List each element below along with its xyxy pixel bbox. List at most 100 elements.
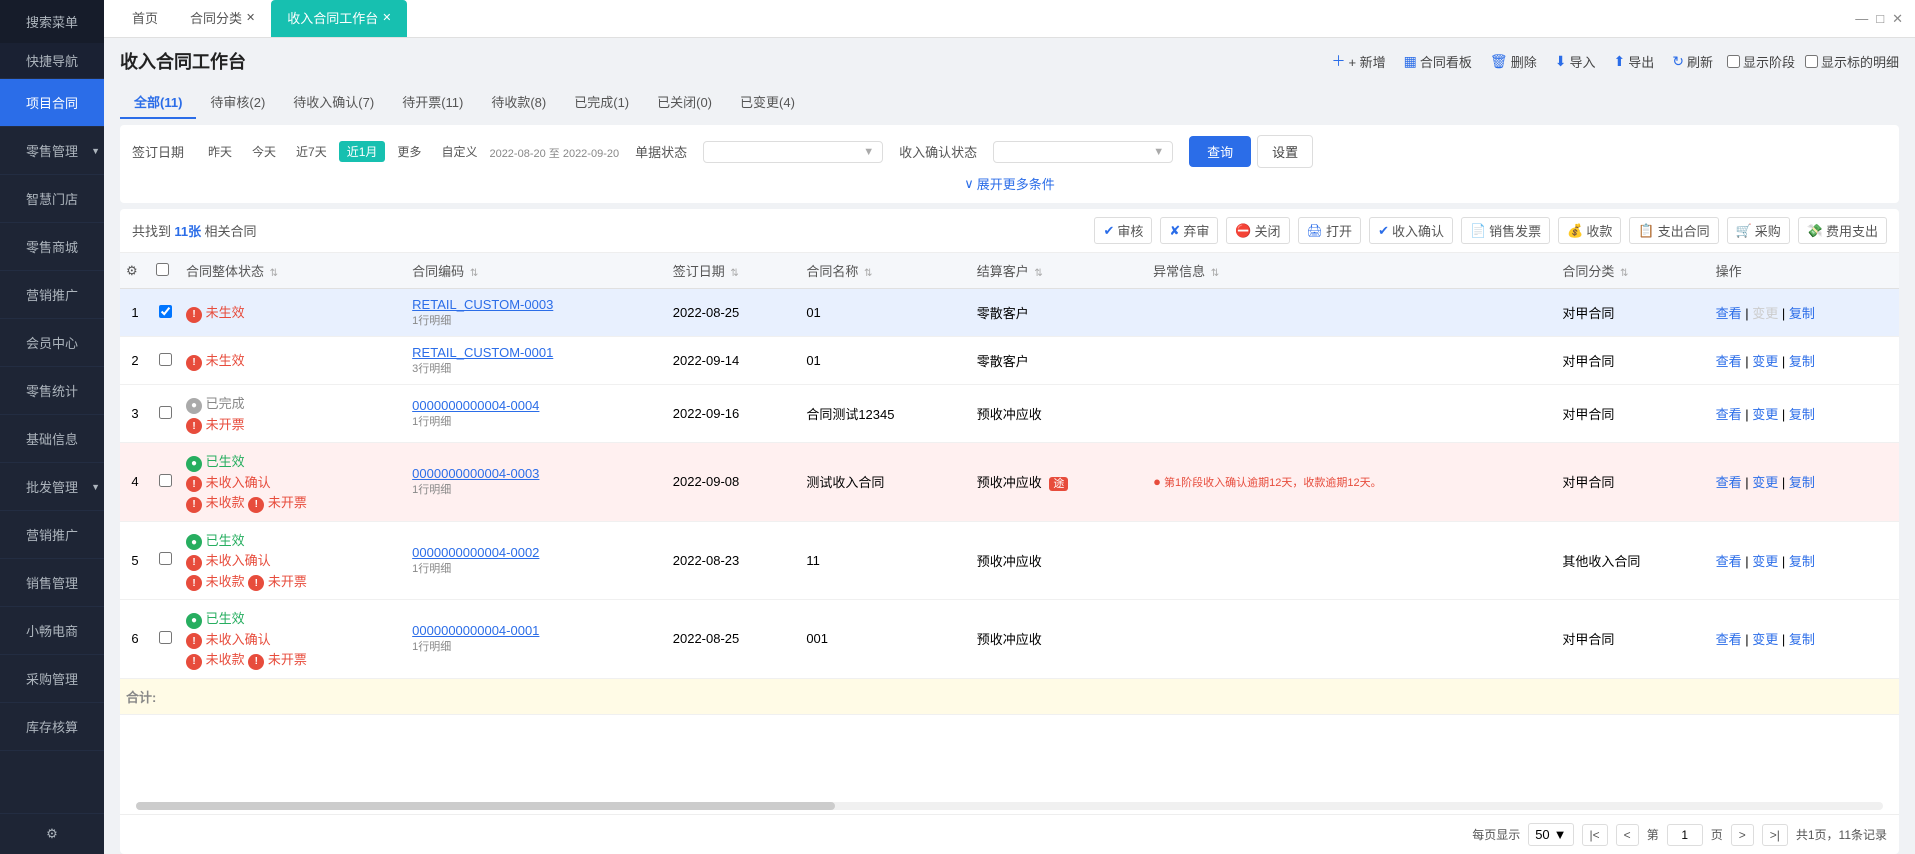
copy-link-6[interactable]: 复制 xyxy=(1789,632,1815,647)
first-page-btn[interactable]: |< xyxy=(1582,824,1608,846)
copy-link-2[interactable]: 复制 xyxy=(1789,354,1815,369)
th-setting[interactable]: ⚙ xyxy=(120,253,150,289)
view-link-2[interactable]: 查看 xyxy=(1716,354,1742,369)
sidebar-item-ecommerce[interactable]: 零售商城 xyxy=(0,223,104,271)
tab-home[interactable]: 首页 xyxy=(116,0,174,37)
action-print[interactable]: 🖨 打开 xyxy=(1298,217,1362,244)
prev-page-btn[interactable]: < xyxy=(1616,824,1639,846)
code-link-1[interactable]: RETAIL_CUSTOM-0003 xyxy=(412,297,661,312)
td-cb-4[interactable] xyxy=(150,443,180,522)
td-cb-3[interactable] xyxy=(150,385,180,443)
settings-btn[interactable]: 设置 xyxy=(1257,135,1313,168)
row6-checkbox[interactable] xyxy=(159,631,172,644)
new-btn[interactable]: ＋ + 新增 xyxy=(1327,49,1389,73)
code-link-5[interactable]: 0000000000004-0002 xyxy=(412,545,661,560)
sidebar-item-purchase[interactable]: 采购管理 xyxy=(0,655,104,703)
date-opt-more[interactable]: 更多 xyxy=(389,141,429,162)
show-fields-input[interactable] xyxy=(1727,55,1740,68)
sidebar-item-xiaochang[interactable]: 小畅电商 xyxy=(0,607,104,655)
maximize-btn[interactable]: □ xyxy=(1876,11,1884,26)
sidebar-item-member[interactable]: 会员中心 xyxy=(0,319,104,367)
show-detail-input[interactable] xyxy=(1805,55,1818,68)
th-name[interactable]: 合同名称 ⇅ xyxy=(800,253,970,289)
view-link-4[interactable]: 查看 xyxy=(1716,475,1742,490)
filter-tab-pending-payment[interactable]: 待收款(8) xyxy=(477,86,560,119)
action-review[interactable]: ✔ 审核 xyxy=(1094,217,1152,244)
action-payout[interactable]: 📋 支出合同 xyxy=(1629,217,1718,244)
action-sales-invoice[interactable]: 📄 销售发票 xyxy=(1461,217,1550,244)
minimize-btn[interactable]: — xyxy=(1855,11,1868,26)
filter-tab-changed[interactable]: 已变更(4) xyxy=(726,86,809,119)
copy-link-4[interactable]: 复制 xyxy=(1789,475,1815,490)
action-expense-out[interactable]: 💸 费用支出 xyxy=(1798,217,1887,244)
td-cb-6[interactable] xyxy=(150,600,180,679)
delete-btn[interactable]: 🗑 删除 xyxy=(1486,50,1541,73)
edit-link-2[interactable]: 变更 xyxy=(1752,354,1778,369)
close-contract-cat-tab[interactable]: ✕ xyxy=(246,11,255,24)
sidebar-item-stats[interactable]: 零售统计 xyxy=(0,367,104,415)
sidebar-item-smartshop[interactable]: 智慧门店 xyxy=(0,175,104,223)
show-fields-checkbox[interactable]: 显示阶段 xyxy=(1727,52,1795,71)
th-category[interactable]: 合同分类 ⇅ xyxy=(1556,253,1709,289)
sidebar-search[interactable]: 搜索菜单 xyxy=(0,0,104,43)
sidebar-item-marketing2[interactable]: 营销推广 xyxy=(0,511,104,559)
export-btn[interactable]: ⬆ 导出 xyxy=(1609,50,1658,73)
horizontal-scrollbar[interactable] xyxy=(136,802,1883,810)
tab-income-workbench[interactable]: 收入合同工作台 ✕ xyxy=(271,0,407,37)
sidebar-quicknav[interactable]: 快捷导航 xyxy=(0,43,104,79)
copy-link-5[interactable]: 复制 xyxy=(1789,554,1815,569)
tab-contract-cat[interactable]: 合同分类 ✕ xyxy=(174,0,271,37)
code-link-2[interactable]: RETAIL_CUSTOM-0001 xyxy=(412,345,661,360)
filter-tab-pending-income[interactable]: 待收入确认(7) xyxy=(279,86,388,119)
copy-link-3[interactable]: 复制 xyxy=(1789,407,1815,422)
close-income-workbench-tab[interactable]: ✕ xyxy=(382,11,391,24)
date-opt-custom[interactable]: 自定义 xyxy=(433,141,485,162)
show-detail-checkbox[interactable]: 显示标的明细 xyxy=(1805,52,1899,71)
th-exception[interactable]: 异常信息 ⇅ xyxy=(1147,253,1556,289)
kanban-btn[interactable]: ▦ 合同看板 xyxy=(1400,50,1476,73)
sidebar-item-project[interactable]: 项目合同 xyxy=(0,79,104,127)
edit-link-3[interactable]: 变更 xyxy=(1752,407,1778,422)
code-link-6[interactable]: 0000000000004-0001 xyxy=(412,623,661,638)
view-link-1[interactable]: 查看 xyxy=(1716,306,1742,321)
td-cb-2[interactable] xyxy=(150,337,180,385)
expand-more-btn[interactable]: ∨ 展开更多条件 xyxy=(964,174,1055,193)
code-link-4[interactable]: 0000000000004-0003 xyxy=(412,466,661,481)
action-income-confirm[interactable]: ✔ 收入确认 xyxy=(1369,217,1453,244)
row2-checkbox[interactable] xyxy=(159,353,172,366)
date-opt-last1month[interactable]: 近1月 xyxy=(339,141,386,162)
row5-checkbox[interactable] xyxy=(159,552,172,565)
date-opt-yesterday[interactable]: 昨天 xyxy=(200,141,240,162)
edit-link-5[interactable]: 变更 xyxy=(1752,554,1778,569)
close-btn[interactable]: ✕ xyxy=(1892,11,1903,27)
th-status[interactable]: 合同整体状态 ⇅ xyxy=(180,253,406,289)
edit-link-6[interactable]: 变更 xyxy=(1752,632,1778,647)
view-link-3[interactable]: 查看 xyxy=(1716,407,1742,422)
import-btn[interactable]: ⬇ 导入 xyxy=(1551,50,1600,73)
search-btn[interactable]: 查询 xyxy=(1189,136,1251,167)
td-cb-1[interactable] xyxy=(150,289,180,337)
code-link-3[interactable]: 0000000000004-0004 xyxy=(412,398,661,413)
row1-checkbox[interactable] xyxy=(159,305,172,318)
sidebar-item-wholesale[interactable]: 批发管理 xyxy=(0,463,104,511)
edit-link-4[interactable]: 变更 xyxy=(1752,475,1778,490)
view-link-6[interactable]: 查看 xyxy=(1716,632,1742,647)
refresh-btn[interactable]: ↻ 刷新 xyxy=(1668,50,1717,73)
sidebar-item-salesmgmt[interactable]: 销售管理 xyxy=(0,559,104,607)
action-close[interactable]: ⛔ 关闭 xyxy=(1226,217,1289,244)
th-customer[interactable]: 结算客户 ⇅ xyxy=(971,253,1147,289)
row4-checkbox[interactable] xyxy=(159,474,172,487)
last-page-btn[interactable]: >| xyxy=(1762,824,1788,846)
action-payment[interactable]: 💰 收款 xyxy=(1558,217,1621,244)
next-page-btn[interactable]: > xyxy=(1731,824,1754,846)
filter-tab-closed[interactable]: 已关闭(0) xyxy=(643,86,726,119)
filter-tab-pending-invoice[interactable]: 待开票(11) xyxy=(388,86,477,119)
view-link-5[interactable]: 查看 xyxy=(1716,554,1742,569)
select-all-checkbox[interactable] xyxy=(156,263,169,276)
per-page-select[interactable]: 50 ▼ xyxy=(1528,823,1573,846)
row3-checkbox[interactable] xyxy=(159,406,172,419)
sidebar-settings[interactable]: ⚙ xyxy=(0,813,104,854)
sidebar-item-inventory[interactable]: 库存核算 xyxy=(0,703,104,751)
filter-tab-all[interactable]: 全部(11) xyxy=(120,86,196,119)
date-opt-last7[interactable]: 近7天 xyxy=(288,141,335,162)
